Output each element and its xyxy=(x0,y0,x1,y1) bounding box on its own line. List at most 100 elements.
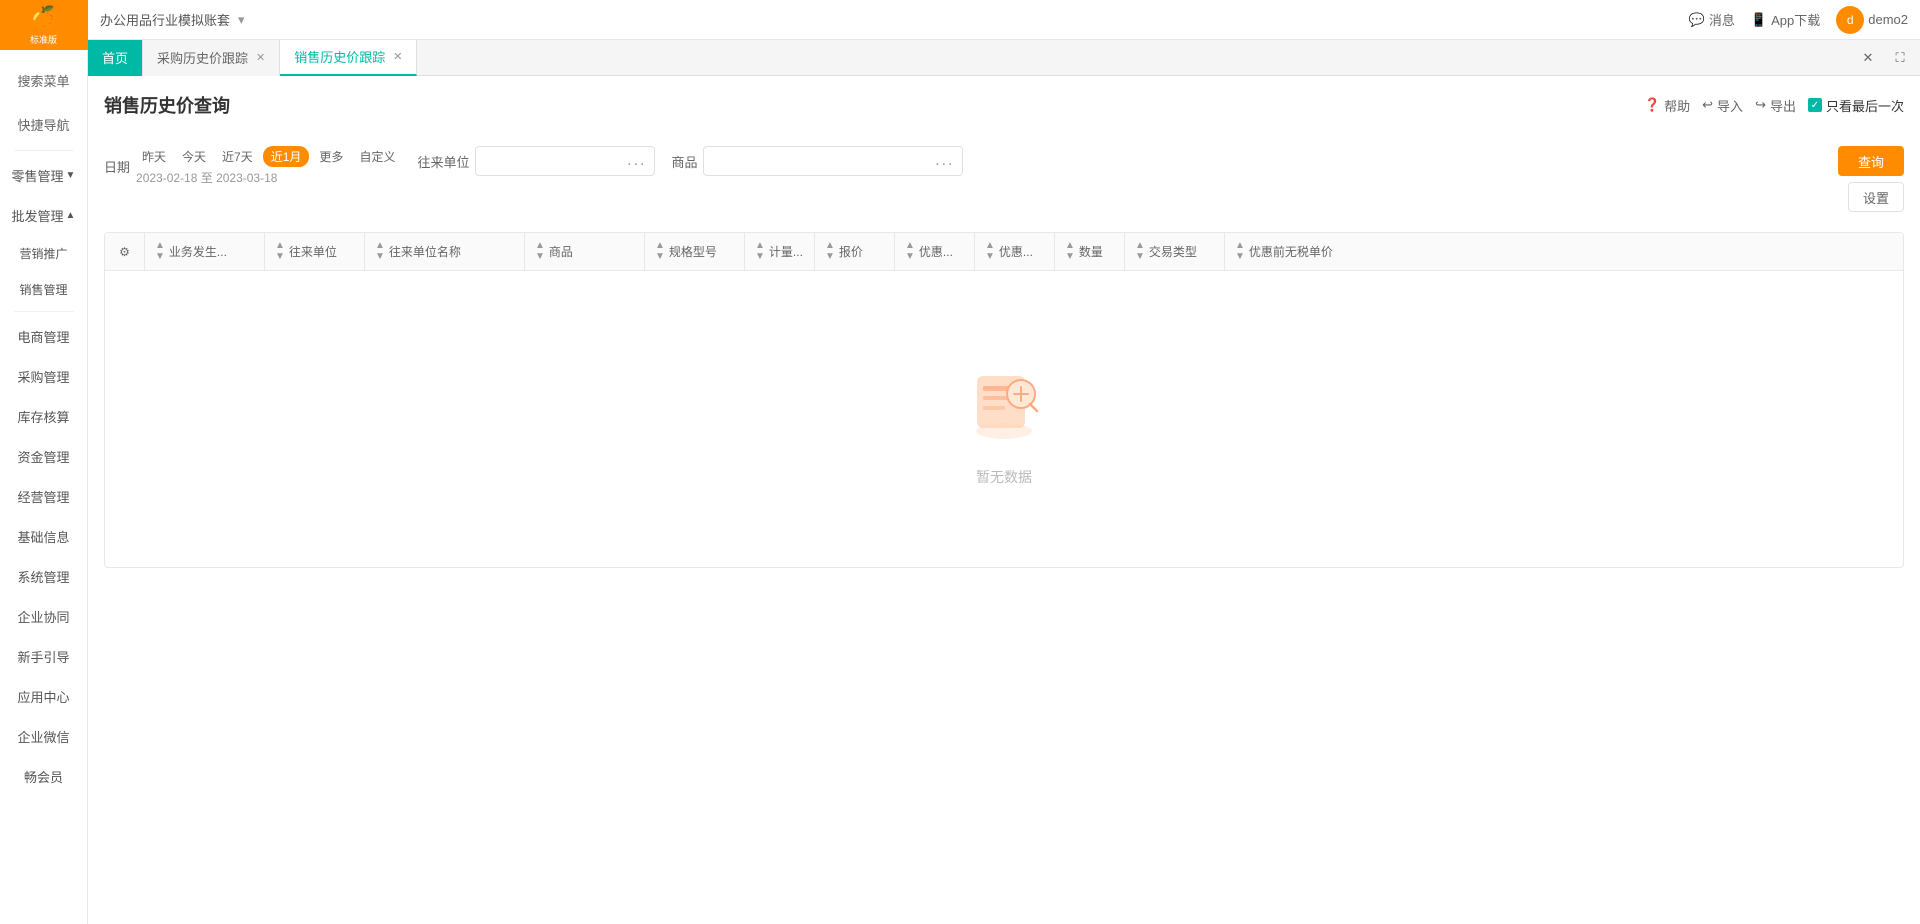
sidebar-item-appstore[interactable]: 应用中心 xyxy=(0,676,88,716)
filter-buttons: 查询 设置 xyxy=(1838,146,1904,212)
th-unit-name[interactable]: ▲ ▼ 往来单位名称 xyxy=(365,233,525,270)
export-btn[interactable]: ↪ 导出 xyxy=(1755,96,1796,115)
message-label: 消息 xyxy=(1709,10,1735,29)
th-measure-sort-icon: ▲ ▼ xyxy=(755,241,765,262)
tab-home[interactable]: 首页 xyxy=(88,40,143,76)
th-gear[interactable]: ⚙ xyxy=(105,233,145,270)
app-logo[interactable]: 🍊 标准版 xyxy=(0,0,88,50)
sidebar-item-ecommerce[interactable]: 电商管理 xyxy=(0,316,88,356)
th-date-label: 业务发生... xyxy=(169,243,227,260)
sidebar-item-shortcut[interactable]: 快捷导航 xyxy=(0,102,88,146)
export-label: 导出 xyxy=(1770,96,1796,115)
tab-sales-history[interactable]: 销售历史价跟踪 ✕ xyxy=(280,40,417,76)
settings-button[interactable]: 设置 xyxy=(1848,182,1904,212)
sidebar-item-search[interactable]: 搜索菜单 xyxy=(0,58,88,102)
date-btn-custom[interactable]: 自定义 xyxy=(353,146,401,167)
date-filter-label: 日期 xyxy=(104,157,130,176)
th-discount1-label: 优惠... xyxy=(919,243,953,260)
th-quote-label: 报价 xyxy=(839,243,863,260)
sidebar-item-wechat[interactable]: 企业微信 xyxy=(0,716,88,756)
th-qty[interactable]: ▲ ▼ 数量 xyxy=(1055,233,1125,270)
sidebar-item-enterprise[interactable]: 企业协同 xyxy=(0,596,88,636)
th-spec[interactable]: ▲ ▼ 规格型号 xyxy=(645,233,745,270)
th-product[interactable]: ▲ ▼ 商品 xyxy=(525,233,645,270)
topbar-user-area[interactable]: d demo2 xyxy=(1836,6,1908,34)
table-header: ⚙ ▲ ▼ 业务发生... ▲ ▼ 往来单位 xyxy=(105,233,1903,271)
sidebar-item-inventory[interactable]: 库存核算 xyxy=(0,396,88,436)
th-spec-sort-icon: ▲ ▼ xyxy=(655,241,665,262)
th-tax-price-sort-icon: ▲ ▼ xyxy=(1235,241,1245,262)
sidebar-item-operation[interactable]: 经营管理 xyxy=(0,476,88,516)
sidebar-item-purchase[interactable]: 采购管理 xyxy=(0,356,88,396)
date-filter-btns: 昨天 今天 近7天 近1月 更多 自定义 xyxy=(136,146,401,167)
help-label: 帮助 xyxy=(1664,96,1690,115)
product-filter-label: 商品 xyxy=(671,152,697,171)
help-btn[interactable]: ❓ 帮助 xyxy=(1644,96,1690,115)
sidebar-divider-1 xyxy=(14,150,74,151)
topbar-title: 办公用品行业模拟账套 xyxy=(100,10,230,29)
product-filter: 商品 ... xyxy=(671,146,963,176)
date-btn-today[interactable]: 今天 xyxy=(176,146,212,167)
only-last-checkbox-area[interactable]: ✓ 只看最后一次 xyxy=(1808,96,1904,115)
sidebar-item-member[interactable]: 畅会员 xyxy=(0,756,88,796)
th-quote-sort-icon: ▲ ▼ xyxy=(825,241,835,262)
import-btn[interactable]: ↩ 导入 xyxy=(1702,96,1743,115)
th-trade-type[interactable]: ▲ ▼ 交易类型 xyxy=(1125,233,1225,270)
date-range-display: 2023-02-18 至 2023-03-18 xyxy=(136,169,401,186)
message-icon: 💬 xyxy=(1689,12,1705,28)
th-discount2-label: 优惠... xyxy=(999,243,1033,260)
date-btn-more[interactable]: 更多 xyxy=(313,146,349,167)
sidebar-item-guide[interactable]: 新手引导 xyxy=(0,636,88,676)
sidebar-item-label-wholesale: 批发管理 xyxy=(12,206,64,225)
sidebar-item-system[interactable]: 系统管理 xyxy=(0,556,88,596)
th-measure[interactable]: ▲ ▼ 计量... xyxy=(745,233,815,270)
sidebar-item-label-wechat: 企业微信 xyxy=(17,727,69,746)
topbar-right: 💬 消息 📱 App下载 d demo2 xyxy=(1689,6,1908,34)
sidebar-item-label-shortcut: 快捷导航 xyxy=(17,115,69,134)
th-product-label: 商品 xyxy=(549,243,573,260)
sidebar-item-finance[interactable]: 资金管理 xyxy=(0,436,88,476)
product-input[interactable]: ... xyxy=(703,146,963,176)
tabbar: 首页 采购历史价跟踪 ✕ 销售历史价跟踪 ✕ ✕ ⛶ xyxy=(88,40,1920,76)
user-avatar: d xyxy=(1836,6,1864,34)
sidebar-item-wholesale[interactable]: 批发管理 ▲ xyxy=(0,195,88,235)
th-tax-price-label: 优惠前无税单价 xyxy=(1249,243,1333,260)
th-spec-label: 规格型号 xyxy=(669,243,717,260)
query-button[interactable]: 查询 xyxy=(1838,146,1904,176)
date-btn-1month[interactable]: 近1月 xyxy=(263,146,310,167)
sidebar-item-label-enterprise: 企业协同 xyxy=(17,607,69,626)
page-title-actions: ❓ 帮助 ↩ 导入 ↪ 导出 ✓ 只看最后一次 xyxy=(1644,96,1904,115)
topbar-message-btn[interactable]: 💬 消息 xyxy=(1689,10,1735,29)
sidebar-item-retail[interactable]: 零售管理 ▼ xyxy=(0,155,88,195)
th-unit-name-sort-icon: ▲ ▼ xyxy=(375,241,385,262)
help-icon: ❓ xyxy=(1644,97,1660,113)
sidebar-item-marketing[interactable]: 营销推广 xyxy=(0,235,88,271)
only-last-checkbox[interactable]: ✓ xyxy=(1808,98,1822,112)
th-date-sort-icon: ▲ ▼ xyxy=(155,241,165,262)
sidebar-section-main: 搜索菜单 快捷导航 零售管理 ▼ 批发管理 ▲ 营销推广 销售管理 电商管理 采… xyxy=(0,50,88,804)
tab-sales-history-close[interactable]: ✕ xyxy=(393,50,402,63)
date-btn-7days[interactable]: 近7天 xyxy=(216,146,259,167)
main-area: 办公用品行业模拟账套 ▾ 💬 消息 📱 App下载 d demo2 首页 采购历… xyxy=(88,0,1920,924)
th-discount2[interactable]: ▲ ▼ 优惠... xyxy=(975,233,1055,270)
unit-input[interactable]: ... xyxy=(475,146,655,176)
retail-arrow-icon: ▼ xyxy=(66,170,76,181)
topbar-dropdown-icon[interactable]: ▾ xyxy=(238,12,245,28)
topbar-appdownload-btn[interactable]: 📱 App下载 xyxy=(1751,10,1820,29)
th-qty-sort-icon: ▲ ▼ xyxy=(1065,241,1075,262)
th-unit-id[interactable]: ▲ ▼ 往来单位 xyxy=(265,233,365,270)
th-tax-price[interactable]: ▲ ▼ 优惠前无税单价 xyxy=(1225,233,1903,270)
tab-purchase-history[interactable]: 采购历史价跟踪 ✕ xyxy=(143,40,280,76)
th-quote[interactable]: ▲ ▼ 报价 xyxy=(815,233,895,270)
tab-purchase-history-close[interactable]: ✕ xyxy=(256,51,265,64)
topbar-left: 办公用品行业模拟账套 ▾ xyxy=(100,10,245,29)
tab-close-all-btn[interactable]: ✕ xyxy=(1856,46,1880,70)
th-discount1[interactable]: ▲ ▼ 优惠... xyxy=(895,233,975,270)
tab-home-label: 首页 xyxy=(102,48,128,67)
tab-maximize-btn[interactable]: ⛶ xyxy=(1888,46,1912,70)
date-btn-yesterday[interactable]: 昨天 xyxy=(136,146,172,167)
th-discount1-sort-icon: ▲ ▼ xyxy=(905,241,915,262)
th-date[interactable]: ▲ ▼ 业务发生... xyxy=(145,233,265,270)
sidebar-item-sales-manage[interactable]: 销售管理 xyxy=(0,271,88,307)
sidebar-item-basic[interactable]: 基础信息 xyxy=(0,516,88,556)
